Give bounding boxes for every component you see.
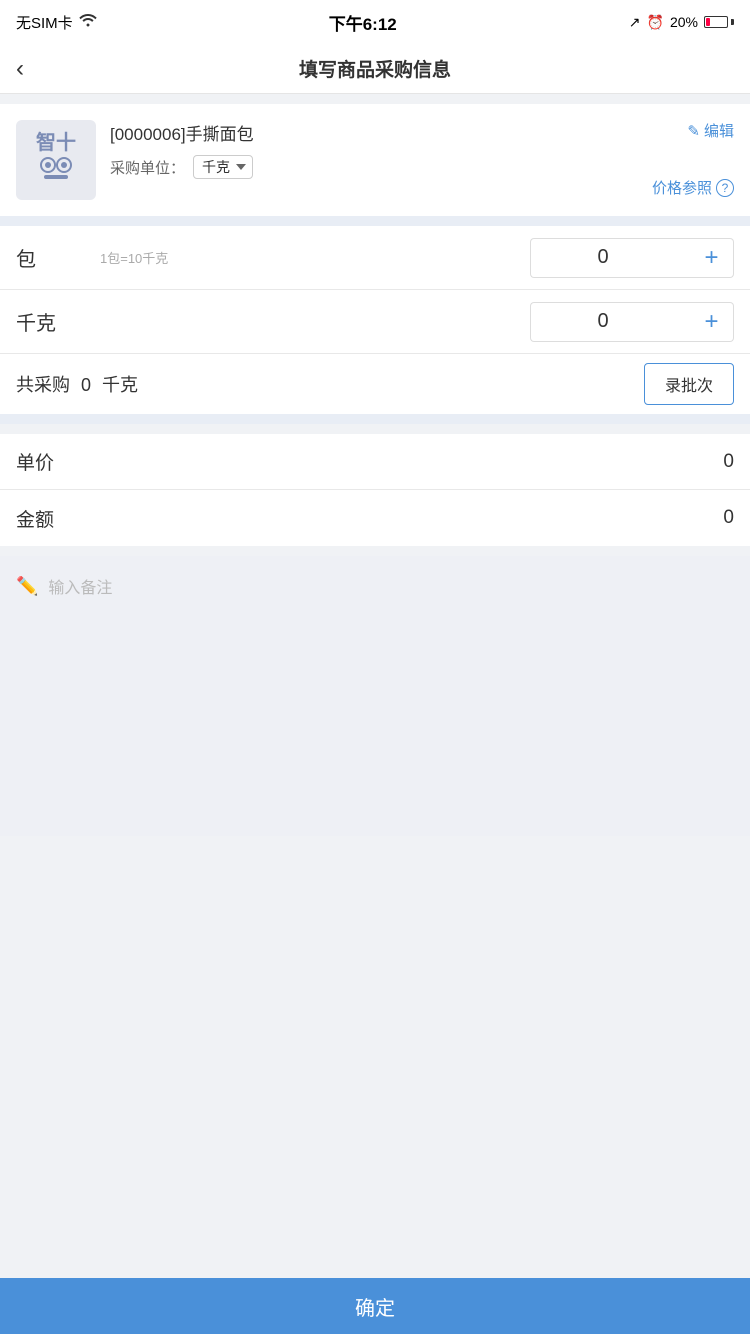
product-info: [0000006]手撕面包 采购单位： 千克 包 <box>110 120 734 179</box>
nav-bar: ‹ 填写商品采购信息 <box>0 44 750 94</box>
edit-link[interactable]: ✎ 编辑 <box>687 120 734 141</box>
edit-label: 编辑 <box>704 120 734 141</box>
product-logo: 智十 <box>36 133 76 188</box>
unit-price-row: 单价 0 <box>0 434 750 490</box>
summary-row: 共采购 0 千克 录批次 <box>0 354 750 414</box>
section-divider-2 <box>0 414 750 424</box>
bag-plus-button[interactable]: + <box>690 238 734 278</box>
summary-suffix: 千克 <box>102 375 138 395</box>
bag-sublabel: 1包=10千克 <box>100 248 168 267</box>
unit-price-label: 单价 <box>16 448 54 475</box>
kg-quantity-input[interactable] <box>530 302 690 342</box>
summary-text: 共采购 0 千克 <box>16 371 138 397</box>
input-section: 包 1包=10千克 + 千克 + <box>0 226 750 354</box>
amount-row: 金额 0 <box>0 490 750 546</box>
wifi-icon <box>79 13 97 31</box>
page-title: 填写商品采购信息 <box>299 55 451 82</box>
kg-input-row: 千克 + <box>0 290 750 354</box>
bag-label: 包 <box>16 243 96 272</box>
confirm-button[interactable]: 确定 <box>0 1278 750 1334</box>
price-ref-label: 价格参照 <box>652 177 712 198</box>
kg-input-right: + <box>530 302 734 342</box>
bag-input-right: + <box>530 238 734 278</box>
alarm-icon: ⏰ <box>647 14 664 31</box>
confirm-btn-label: 确定 <box>355 1292 395 1321</box>
location-icon: ↗ <box>629 14 641 31</box>
price-ref-link[interactable]: 价格参照 ? <box>652 177 734 198</box>
summary-prefix: 共采购 <box>16 375 70 395</box>
kg-label: 千克 <box>16 307 96 336</box>
notes-section[interactable]: ✏️ 输入备注 <box>0 556 750 616</box>
bag-input-row: 包 1包=10千克 + <box>0 226 750 290</box>
unit-label: 采购单位： <box>110 157 185 178</box>
section-divider-1 <box>0 216 750 226</box>
status-time: 下午6:12 <box>329 10 397 35</box>
status-left: 无SIM卡 <box>16 12 97 33</box>
battery-percent: 20% <box>670 14 698 30</box>
summary-amount: 0 <box>81 375 91 395</box>
signal-text: 无SIM卡 <box>16 12 73 33</box>
product-card: 智十 [0000006]手撕面包 采购单位： 千克 包 ✎ 编辑 价格参照 ? <box>0 104 750 216</box>
unit-select[interactable]: 千克 包 <box>193 155 253 179</box>
help-icon: ? <box>716 179 734 197</box>
back-button[interactable]: ‹ <box>16 47 32 91</box>
record-batch-button[interactable]: 录批次 <box>644 363 734 405</box>
product-name: [0000006]手撕面包 <box>110 120 734 145</box>
product-image: 智十 <box>16 120 96 200</box>
unit-price-value: 0 <box>723 451 734 473</box>
pricing-section: 单价 0 金额 0 <box>0 434 750 546</box>
notes-placeholder: 输入备注 <box>48 574 112 598</box>
content-spacer <box>0 616 750 836</box>
status-right: ↗ ⏰ 20% <box>629 14 734 31</box>
bag-quantity-input[interactable] <box>530 238 690 278</box>
kg-plus-button[interactable]: + <box>690 302 734 342</box>
edit-icon: ✎ <box>687 122 700 140</box>
product-unit-row: 采购单位： 千克 包 <box>110 155 734 179</box>
status-bar: 无SIM卡 下午6:12 ↗ ⏰ 20% <box>0 0 750 44</box>
amount-label: 金额 <box>16 505 54 532</box>
battery-indicator <box>704 16 734 28</box>
amount-value: 0 <box>723 507 734 529</box>
pencil-icon: ✏️ <box>16 576 38 597</box>
